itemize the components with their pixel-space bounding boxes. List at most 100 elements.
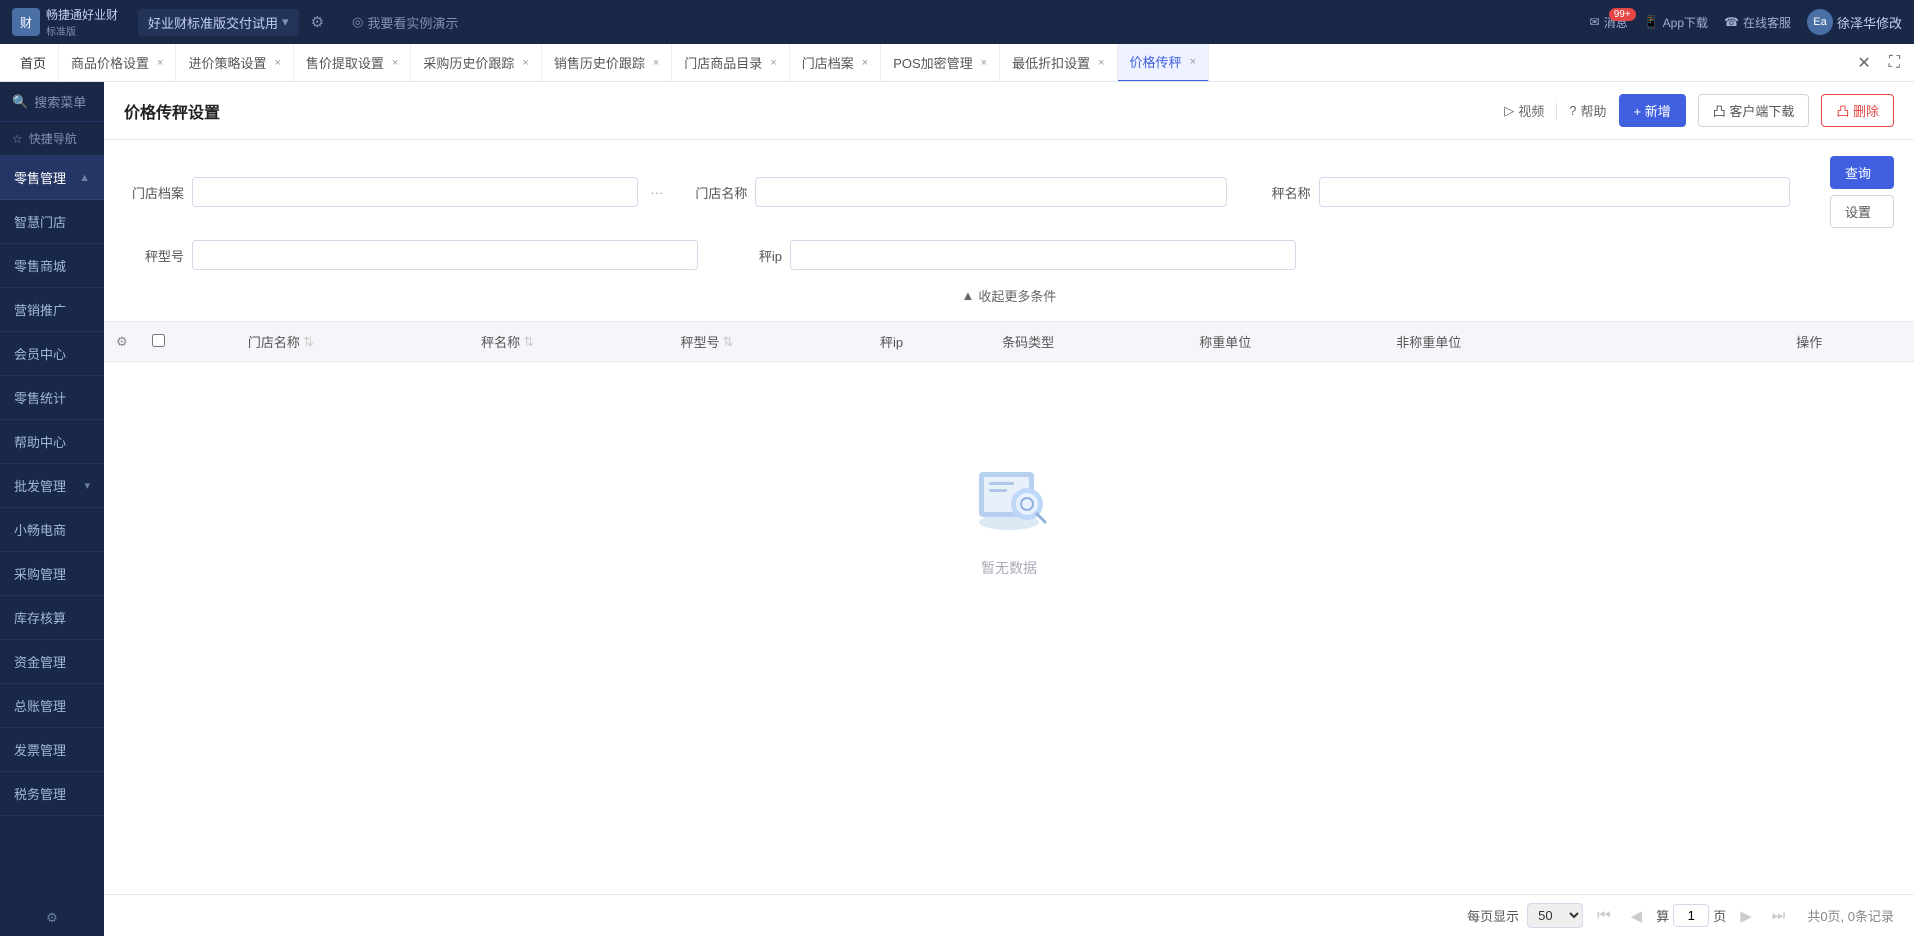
collapse-button[interactable]: ▲ 收起更多条件 xyxy=(124,282,1894,313)
tab-close-icon[interactable]: × xyxy=(392,57,398,69)
chevron-down-icon: ▾ xyxy=(282,14,289,30)
download-icon: 📱 xyxy=(1644,15,1659,29)
collapse-label: 收起更多条件 xyxy=(978,286,1056,305)
prev-page-button[interactable]: ◀ xyxy=(1625,904,1649,928)
page-header-actions: ▷ 视频 ? 帮助 + 新增 凸 客户端下载 凸 删除 xyxy=(1504,94,1894,139)
scale-model-input[interactable] xyxy=(192,240,698,270)
th-checkbox-col xyxy=(140,322,236,362)
delete-button[interactable]: 凸 删除 xyxy=(1821,94,1894,127)
tab-close-icon[interactable]: × xyxy=(522,57,528,69)
tab-close-icon[interactable]: × xyxy=(653,57,659,69)
tab-home[interactable]: 首页 xyxy=(8,44,59,82)
store-file-input[interactable] xyxy=(192,177,638,207)
tab-pos-encryption[interactable]: POS加密管理 × xyxy=(881,44,1000,82)
tab-sales-history[interactable]: 销售历史价跟踪 × xyxy=(542,44,672,82)
tab-sales-history-label: 销售历史价跟踪 xyxy=(554,53,645,72)
first-page-button[interactable]: ⏮ xyxy=(1591,904,1617,927)
tab-price-strategy[interactable]: 进价策略设置 × xyxy=(176,44,293,82)
sidebar-item-purchase[interactable]: 采购管理 xyxy=(0,552,104,596)
search-menu-button[interactable]: 🔍 搜索菜单 xyxy=(0,82,104,122)
pagination-bar: 每页显示 10 20 50 100 ⏮ ◀ 算 页 ▶ ⏭ 共0页, 0条记录 xyxy=(104,894,1914,936)
search-icon: 🔍 xyxy=(12,94,28,110)
tab-close-icon[interactable]: × xyxy=(862,57,868,69)
select-all-checkbox[interactable] xyxy=(152,334,165,347)
sidebar-item-general-ledger[interactable]: 总账管理 xyxy=(0,684,104,728)
tab-close-icon[interactable]: × xyxy=(770,57,776,69)
sidebar-item-ecommerce[interactable]: 小畅电商 xyxy=(0,508,104,552)
app-logo: 财 畅捷通好业财 标准版 xyxy=(12,6,118,38)
help-link[interactable]: ? 帮助 xyxy=(1569,101,1606,120)
sidebar: 🔍 搜索菜单 ☆ 快捷导航 零售管理 ▲ 智慧门店 零售商城 营销推广 会员中心… xyxy=(0,82,104,936)
th-scale-ip-label: 秤ip xyxy=(880,335,903,350)
selector-settings-button[interactable]: ⚙ xyxy=(307,9,328,35)
store-name-input[interactable] xyxy=(755,177,1226,207)
tab-store-catalog[interactable]: 门店商品目录 × xyxy=(672,44,789,82)
tab-price-scale[interactable]: 价格传秤 × xyxy=(1118,44,1209,82)
filter-scale-ip: 秤ip xyxy=(722,240,1296,270)
sort-scale-name[interactable]: 秤名称 ⇅ xyxy=(481,332,534,351)
sort-scale-model[interactable]: 秤型号 ⇅ xyxy=(681,332,734,351)
sidebar-item-invoice[interactable]: 发票管理 xyxy=(0,728,104,772)
table-body: 暂无数据 xyxy=(104,362,1914,659)
sidebar-item-retail-stats[interactable]: 零售统计 xyxy=(0,376,104,420)
th-non-weight-unit: 非称重单位 xyxy=(1384,322,1784,362)
tab-close-icon[interactable]: × xyxy=(1098,57,1104,69)
sidebar-item-purchase-label: 采购管理 xyxy=(14,564,66,583)
tab-store-file[interactable]: 门店档案 × xyxy=(790,44,881,82)
user-menu[interactable]: Ea 徐泽华修改 xyxy=(1807,9,1902,35)
settings-button[interactable]: 设置 xyxy=(1830,195,1894,228)
message-badge: 99+ xyxy=(1609,8,1636,21)
sidebar-item-finance[interactable]: 资金管理 xyxy=(0,640,104,684)
add-button[interactable]: + 新增 xyxy=(1619,94,1686,127)
tab-goods-price[interactable]: 商品价格设置 × xyxy=(59,44,176,82)
message-icon: ✉ xyxy=(1590,15,1600,29)
last-page-button[interactable]: ⏭ xyxy=(1766,904,1792,927)
sidebar-item-help[interactable]: 帮助中心 xyxy=(0,420,104,464)
sidebar-item-marketing[interactable]: 营销推广 xyxy=(0,288,104,332)
scale-ip-input[interactable] xyxy=(790,240,1296,270)
tab-purchase-history[interactable]: 采购历史价跟踪 × xyxy=(411,44,541,82)
scale-name-label: 秤名称 xyxy=(1251,183,1311,202)
th-scale-ip: 秤ip xyxy=(868,322,990,362)
sidebar-settings-button[interactable]: ⚙ xyxy=(0,900,104,936)
sidebar-item-invoice-label: 发票管理 xyxy=(14,740,66,759)
tab-close-all-button[interactable]: ✕ xyxy=(1851,51,1876,75)
tab-price-scale-close-icon[interactable]: × xyxy=(1190,56,1196,68)
message-button[interactable]: ✉ 消息 99+ xyxy=(1590,14,1628,31)
scale-name-input[interactable] xyxy=(1319,177,1790,207)
table-container: ⚙ 门店名称 ⇅ 秤名称 xyxy=(104,322,1914,894)
next-page-button[interactable]: ▶ xyxy=(1734,904,1758,928)
page-number-input[interactable] xyxy=(1673,904,1709,927)
download-client-button[interactable]: 凸 客户端下载 xyxy=(1698,94,1810,127)
store-file-dots[interactable]: ··· xyxy=(650,185,663,200)
sidebar-item-inventory[interactable]: 库存核算 xyxy=(0,596,104,640)
sidebar-item-retail-mall[interactable]: 零售商城 xyxy=(0,244,104,288)
online-service-button[interactable]: ☎ 在线客服 xyxy=(1724,14,1791,31)
demo-link[interactable]: ◎ 我要看实例演示 xyxy=(352,13,458,32)
tab-min-discount[interactable]: 最低折扣设置 × xyxy=(1000,44,1117,82)
sort-store-name[interactable]: 门店名称 ⇅ xyxy=(248,332,314,351)
video-link[interactable]: ▷ 视频 xyxy=(1504,101,1544,120)
tab-close-icon[interactable]: × xyxy=(981,57,987,69)
page-size-select[interactable]: 10 20 50 100 xyxy=(1527,903,1583,928)
avatar-initials: Ea xyxy=(1813,16,1826,28)
version-selector[interactable]: 好业财标准版交付试用 ▾ xyxy=(138,9,299,36)
sidebar-item-smart-store[interactable]: 智慧门店 xyxy=(0,200,104,244)
tab-close-icon[interactable]: × xyxy=(274,57,280,69)
th-action: 操作 xyxy=(1784,322,1914,362)
online-service-label: 在线客服 xyxy=(1743,14,1791,31)
tab-maximize-button[interactable]: ⛶ xyxy=(1883,52,1906,74)
tab-close-icon[interactable]: × xyxy=(157,57,163,69)
sidebar-item-member[interactable]: 会员中心 xyxy=(0,332,104,376)
quick-nav-button[interactable]: ☆ 快捷导航 xyxy=(0,122,104,156)
sidebar-item-smart-store-label: 智慧门店 xyxy=(14,212,66,231)
tab-store-catalog-label: 门店商品目录 xyxy=(684,53,762,72)
sidebar-item-retail-management[interactable]: 零售管理 ▲ xyxy=(0,156,104,200)
column-settings-icon[interactable]: ⚙ xyxy=(116,334,128,349)
demo-link-text: 我要看实例演示 xyxy=(367,13,458,32)
sidebar-item-tax[interactable]: 税务管理 xyxy=(0,772,104,816)
sidebar-item-wholesale[interactable]: 批发管理 ▾ xyxy=(0,464,104,508)
query-button[interactable]: 查询 xyxy=(1830,156,1894,189)
app-download-button[interactable]: 📱 App下载 xyxy=(1644,14,1708,31)
tab-sale-extract[interactable]: 售价提取设置 × xyxy=(294,44,411,82)
